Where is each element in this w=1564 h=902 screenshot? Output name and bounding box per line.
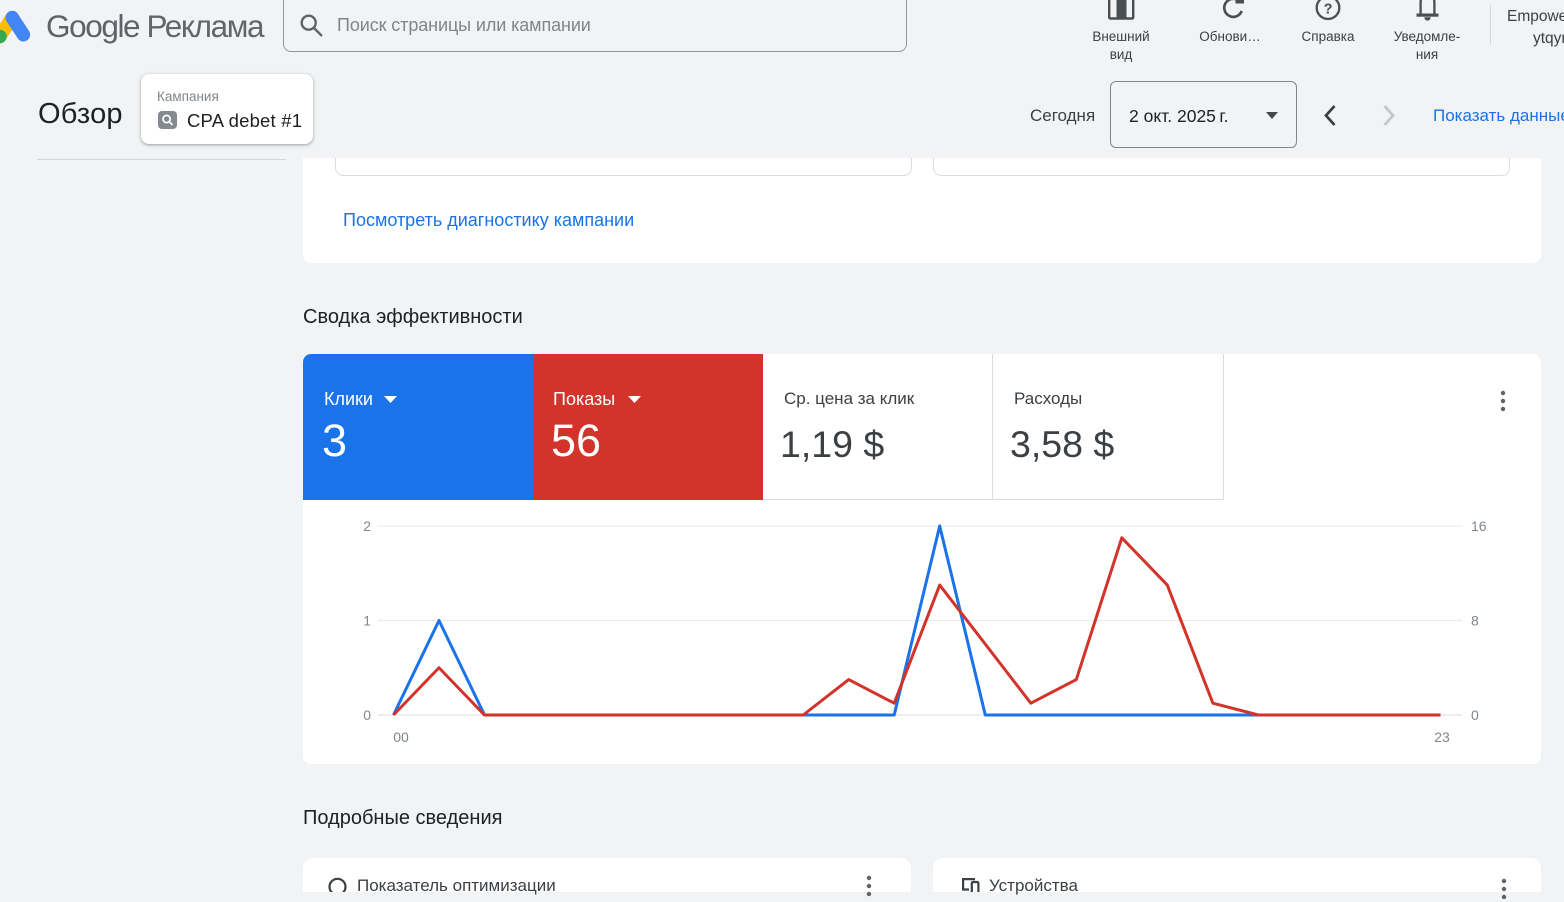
svg-text:23: 23: [1434, 729, 1450, 745]
svg-text:0: 0: [1471, 707, 1479, 723]
svg-text:00: 00: [393, 729, 409, 745]
svg-text:0: 0: [363, 707, 371, 723]
svg-text:1: 1: [363, 613, 371, 629]
svg-text:?: ?: [1324, 1, 1333, 17]
svg-text:16: 16: [1471, 518, 1487, 534]
svg-text:8: 8: [1471, 613, 1479, 629]
svg-text:2: 2: [363, 518, 371, 534]
